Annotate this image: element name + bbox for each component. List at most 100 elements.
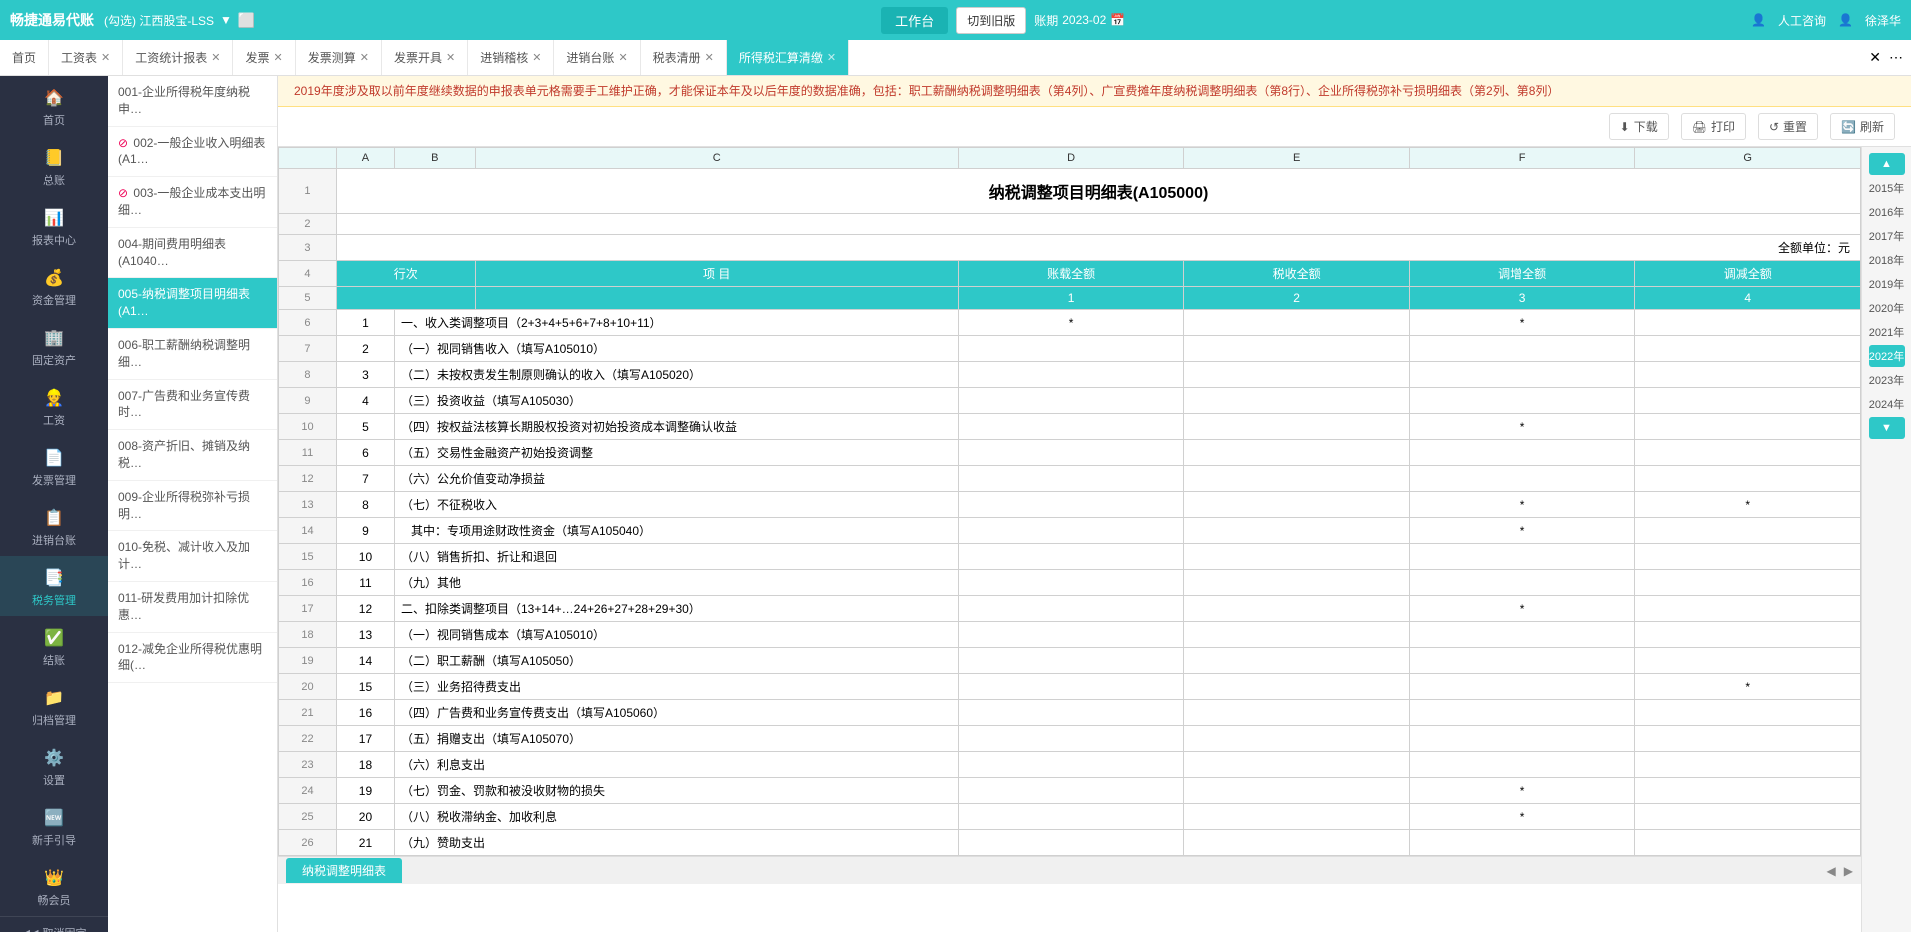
sidebar-item-tax[interactable]: 📑 税务管理 (0, 556, 108, 616)
table-row: 22 17 （五）捐赠支出（填写A105070） (279, 726, 1861, 752)
sidebar-item-checkout[interactable]: ✅ 结账 (0, 616, 108, 676)
tab-home[interactable]: 首页 (0, 40, 49, 75)
header-row-4: 4 行次 项 目 账载全额 税收全额 调增全额 调减全额 (279, 261, 1861, 287)
left-panel-item-007[interactable]: 007-广告费和业务宣传费时… (108, 380, 277, 431)
year-2015[interactable]: 2015年 (1869, 177, 1905, 199)
year-down-button[interactable]: ▼ (1869, 417, 1905, 439)
print-button[interactable]: 🖨 打印 (1681, 113, 1746, 140)
left-panel-label-011: 011-研发费用加计扣除优惠… (118, 591, 249, 622)
left-panel-item-009[interactable]: 009-企业所得税弥补亏损明… (108, 481, 277, 532)
tab-invoice-open-close[interactable]: ✕ (446, 51, 455, 64)
sidebar-item-home[interactable]: 🏠 首页 (0, 76, 108, 136)
left-panel-item-006[interactable]: 006-职工薪酬纳税调整明细… (108, 329, 277, 380)
left-panel-item-010[interactable]: 010-免税、减计收入及加计… (108, 531, 277, 582)
table-title: 纳税调整项目明细表(A105000) (336, 169, 1860, 214)
app-logo: 畅捷通易代账 (10, 10, 94, 30)
tab-invoice-calc[interactable]: 发票测算 ✕ (296, 40, 382, 75)
tab-invoice-calc-close[interactable]: ✕ (360, 51, 369, 64)
copy-icon[interactable]: ⬜ (238, 12, 255, 29)
left-panel-item-001[interactable]: 001-企业所得税年度纳税申… (108, 76, 277, 127)
tab-salary-report-close[interactable]: ✕ (211, 51, 220, 64)
pin-button[interactable]: ◀◀ 取消固定 (0, 917, 108, 932)
service-button[interactable]: 人工咨询 (1778, 12, 1826, 29)
download-button[interactable]: ⬇ 下载 (1609, 113, 1669, 140)
sidebar-item-finance[interactable]: 💰 资金管理 (0, 256, 108, 316)
tab-bar-actions: ✕ ⋯ (1861, 40, 1911, 75)
sidebar-item-salary[interactable]: 👷 工资 (0, 376, 108, 436)
year-2017[interactable]: 2017年 (1869, 225, 1905, 247)
tab-bar: 首页 工资表 ✕ 工资统计报表 ✕ 发票 ✕ 发票测算 ✕ 发票开具 ✕ 进销稽… (0, 40, 1911, 76)
year-2021[interactable]: 2021年 (1869, 321, 1905, 343)
tab-invoice-label: 发票 (245, 49, 269, 66)
year-2023[interactable]: 2023年 (1869, 369, 1905, 391)
tab-salary[interactable]: 工资表 ✕ (49, 40, 123, 75)
table-row: 17 12 二、扣除类调整项目（13+14+…24+26+27+28+29+30… (279, 596, 1861, 622)
left-panel-item-012[interactable]: 012-减免企业所得税优惠明细(… (108, 633, 277, 684)
bottom-tab-adjust[interactable]: 纳税调整明细表 (286, 858, 402, 883)
tab-invoice-close[interactable]: ✕ (274, 51, 283, 64)
sidebar-item-archive[interactable]: 📁 归档管理 (0, 676, 108, 736)
left-panel-item-005[interactable]: 005-纳税调整项目明细表(A1… (108, 278, 277, 329)
tab-salary-report[interactable]: 工资统计报表 ✕ (123, 40, 233, 75)
tab-income-tax-close[interactable]: ✕ (827, 51, 836, 64)
invoice-mgmt-icon: 📄 (44, 448, 64, 468)
sidebar-item-ledger[interactable]: 📒 总账 (0, 136, 108, 196)
scroll-left-icon[interactable]: ◀ (1827, 864, 1836, 878)
tab-tax-register-close[interactable]: ✕ (705, 51, 714, 64)
table-row: 10 5 （四）按权益法核算长期股权投资对初始投资成本调整确认收益 * (279, 414, 1861, 440)
table-row: 23 18 （六）利息支出 (279, 752, 1861, 778)
tab-invoice[interactable]: 发票 ✕ (233, 40, 295, 75)
sidebar-label-ledger: 总账 (43, 172, 65, 188)
year-up-button[interactable]: ▲ (1869, 153, 1905, 175)
left-panel-item-011[interactable]: 011-研发费用加计扣除优惠… (108, 582, 277, 633)
tab-jinxiao-check-close[interactable]: ✕ (532, 51, 541, 64)
bottom-tab-actions: ◀ ▶ (1827, 864, 1853, 878)
table-row: 25 20 （八）税收滞纳金、加收利息 * (279, 804, 1861, 830)
sidebar-item-guide[interactable]: 🆕 新手引导 (0, 796, 108, 856)
refresh-button[interactable]: 🔄 刷新 (1830, 113, 1895, 140)
left-panel-item-004[interactable]: 004-期间费用明细表(A1040… (108, 228, 277, 279)
settings-icon: ⚙️ (44, 748, 64, 768)
year-2016[interactable]: 2016年 (1869, 201, 1905, 223)
main-area: 🏠 首页 📒 总账 📊 报表中心 💰 资金管理 🏢 固定资产 👷 工资 📄 发票… (0, 76, 1911, 932)
old-version-button[interactable]: 切到旧版 (956, 7, 1026, 34)
col-d-header: D (958, 148, 1184, 169)
sidebar-item-assets[interactable]: 🏢 固定资产 (0, 316, 108, 376)
year-2024[interactable]: 2024年 (1869, 393, 1905, 415)
tab-invoice-open[interactable]: 发票开具 ✕ (382, 40, 468, 75)
left-panel-item-003[interactable]: ⊘ 003-一般企业成本支出明细… (108, 177, 277, 228)
sidebar-label-purchase-sales: 进销台账 (32, 532, 76, 548)
tab-salary-close[interactable]: ✕ (101, 51, 110, 64)
year-2018[interactable]: 2018年 (1869, 249, 1905, 271)
tab-tax-register[interactable]: 税表清册 ✕ (641, 40, 727, 75)
left-panel-item-002[interactable]: ⊘ 002-一般企业收入明细表(A1… (108, 127, 277, 178)
close-all-icon[interactable]: ✕ (1869, 49, 1881, 66)
tab-income-tax[interactable]: 所得税汇算清缴 ✕ (727, 40, 849, 75)
year-2020[interactable]: 2020年 (1869, 297, 1905, 319)
tab-jinxiao-check[interactable]: 进销稽核 ✕ (468, 40, 554, 75)
reset-button[interactable]: ↺ 重置 (1758, 113, 1818, 140)
tab-jinxiao-account-close[interactable]: ✕ (618, 51, 627, 64)
warning-text: 2019年度涉及取以前年度继续数据的申报表单元格需要手工维护正确，才能保证本年及… (294, 84, 1559, 98)
sidebar-item-invoice-mgmt[interactable]: 📄 发票管理 (0, 436, 108, 496)
sidebar-item-settings[interactable]: ⚙️ 设置 (0, 736, 108, 796)
user-name[interactable]: 徐泽华 (1865, 12, 1901, 29)
year-2022[interactable]: 2022年 (1869, 345, 1905, 367)
workbench-button[interactable]: 工作台 (881, 7, 948, 34)
tab-invoice-calc-label: 发票测算 (308, 49, 356, 66)
left-panel-item-008[interactable]: 008-资产折旧、摊销及纳税… (108, 430, 277, 481)
sidebar-label-invoice-mgmt: 发票管理 (32, 472, 76, 488)
sidebar-item-purchase-sales[interactable]: 📋 进销台账 (0, 496, 108, 556)
year-2019[interactable]: 2019年 (1869, 273, 1905, 295)
tab-jinxiao-account[interactable]: 进销台账 ✕ (554, 40, 640, 75)
table-row: 11 6 （五）交易性金融资产初始投资调整 (279, 440, 1861, 466)
sidebar-item-vip[interactable]: 👑 畅会员 (0, 856, 108, 916)
more-icon[interactable]: ⋯ (1889, 49, 1903, 66)
table-row: 14 9 其中：专项用途财政性资金（填写A105040） * (279, 518, 1861, 544)
sidebar-item-report[interactable]: 📊 报表中心 (0, 196, 108, 256)
scroll-right-icon[interactable]: ▶ (1844, 864, 1853, 878)
calendar-icon[interactable]: 📅 (1110, 13, 1125, 27)
content-toolbar: ⬇ 下载 🖨 打印 ↺ 重置 🔄 刷新 (278, 107, 1911, 147)
dropdown-icon[interactable]: ▼ (220, 13, 232, 27)
error-dot-002: ⊘ (118, 136, 128, 150)
